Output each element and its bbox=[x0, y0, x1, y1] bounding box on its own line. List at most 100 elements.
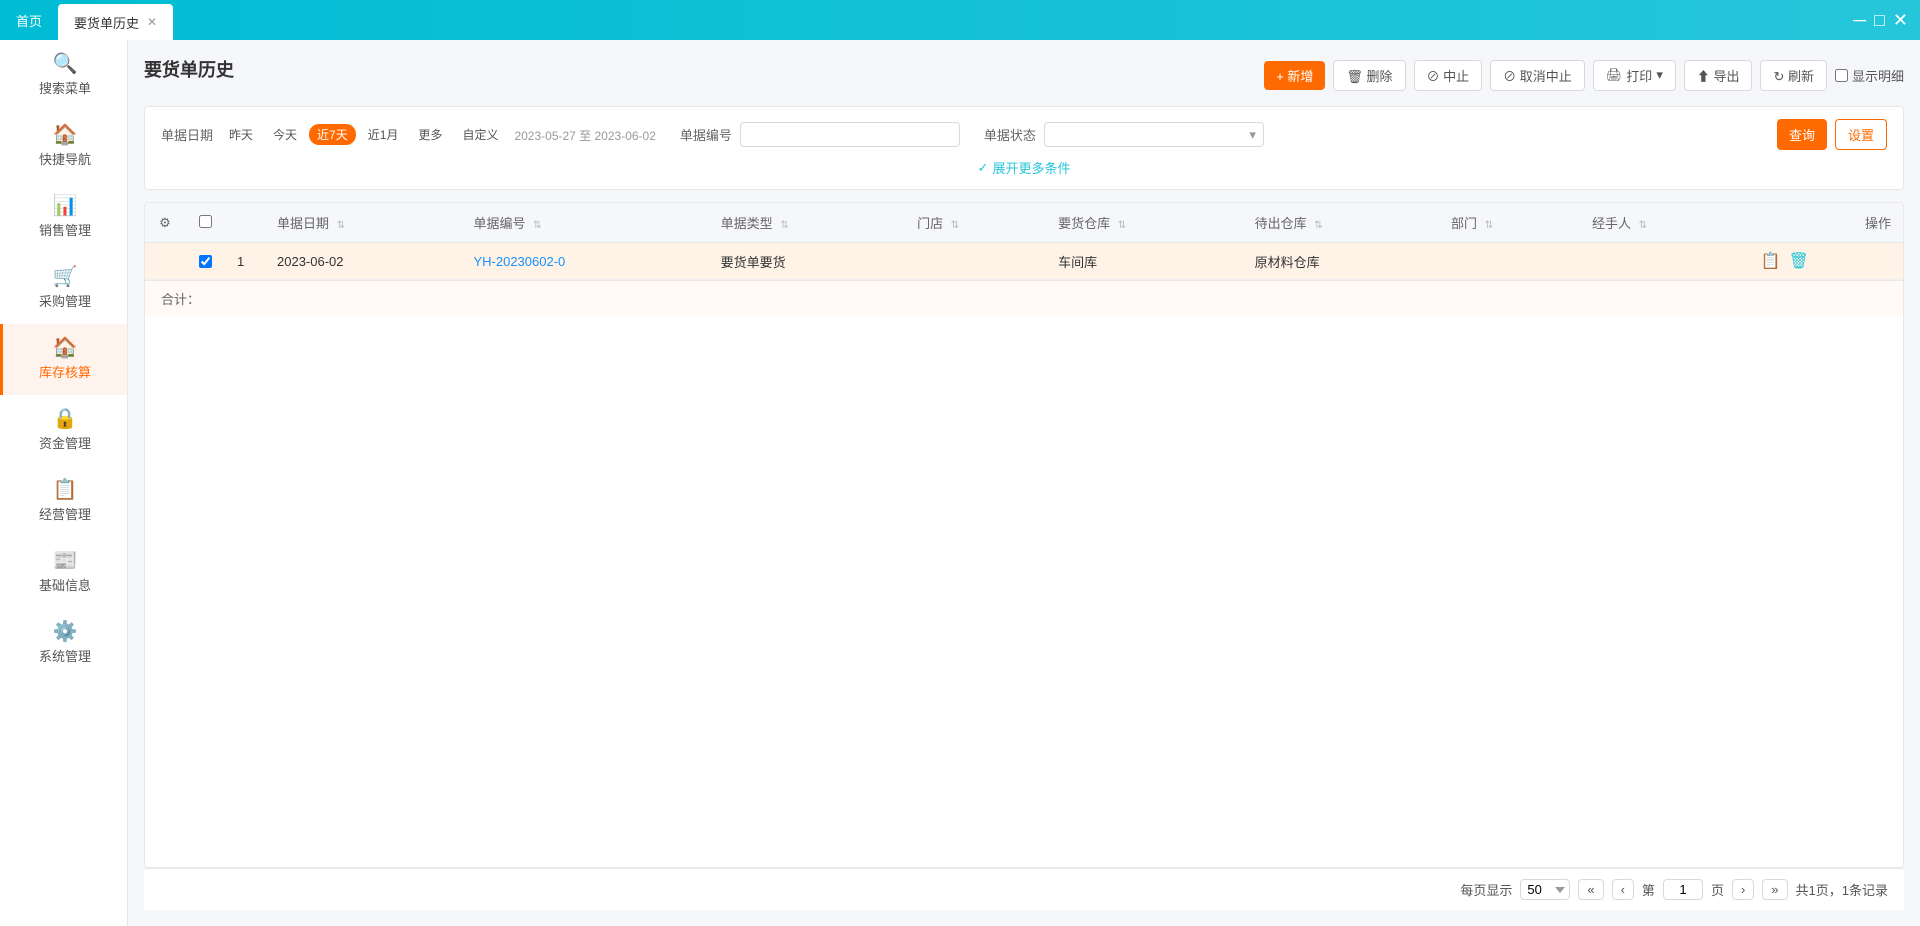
window-actions: ─ □ ✕ bbox=[1853, 11, 1920, 29]
last-page-button[interactable]: » bbox=[1762, 879, 1787, 900]
th-bill-date[interactable]: 单据日期 ⇅ bbox=[265, 203, 461, 243]
sidebar-item-label: 快捷导航 bbox=[39, 149, 91, 168]
data-table-container: ⚙ 单据日期 ⇅ 单据编号 ⇅ bbox=[144, 202, 1904, 868]
td-department bbox=[1439, 243, 1580, 280]
table-row[interactable]: 1 2023-06-02 YH-20230602-0 要货单要货 车间库 原材料… bbox=[145, 243, 1903, 280]
sort-store-icon: ⇅ bbox=[951, 220, 959, 231]
sidebar-item-label: 系统管理 bbox=[39, 646, 91, 665]
td-handler bbox=[1580, 243, 1749, 280]
sidebar-item-basic-info[interactable]: 📰 基础信息 bbox=[0, 537, 127, 608]
date-pills: 昨天 今天 近7天 近1月 更多 自定义 bbox=[221, 124, 506, 145]
sales-icon: 📊 bbox=[53, 196, 78, 216]
close-tab-icon[interactable]: ✕ bbox=[147, 15, 157, 29]
print-button[interactable]: 🖨 打印 ▾ bbox=[1593, 60, 1676, 91]
new-button[interactable]: + 新增 bbox=[1264, 61, 1325, 90]
th-bill-no[interactable]: 单据编号 ⇅ bbox=[461, 203, 708, 243]
th-req-warehouse[interactable]: 要货仓库 ⇅ bbox=[1046, 203, 1242, 243]
sort-bill-date-icon: ⇅ bbox=[337, 220, 345, 231]
td-actions: 📋 🗑 bbox=[1749, 243, 1903, 280]
th-pending-warehouse[interactable]: 待出仓库 ⇅ bbox=[1243, 203, 1439, 243]
pagination: 每页显示 10 20 50 100 « ‹ 第 页 › » 共1页，1条记录 bbox=[144, 868, 1904, 910]
export-button[interactable]: ⬆ 导出 bbox=[1684, 60, 1753, 91]
table-footer: 合计： bbox=[145, 280, 1903, 316]
sidebar-item-search-menu[interactable]: 🔍 搜索菜单 bbox=[0, 40, 127, 111]
th-actions: 操作 bbox=[1749, 203, 1903, 243]
date-pill-last1month[interactable]: 近1月 bbox=[360, 124, 407, 145]
stop-button[interactable]: ⊘ 中止 bbox=[1414, 60, 1483, 91]
tab-home[interactable]: 首页 bbox=[0, 0, 58, 40]
show-detail-toggle[interactable]: 显示明细 bbox=[1835, 66, 1904, 85]
next-page-button[interactable]: › bbox=[1732, 879, 1754, 900]
content-area: 要货单历史 + 新增 🗑 删除 ⊘ 中止 ⊘ 取消中止 🖨 打印 ▾ ⬆ 导出 … bbox=[128, 40, 1920, 926]
sidebar-item-label: 采购管理 bbox=[39, 291, 91, 310]
page-input[interactable] bbox=[1663, 879, 1703, 900]
sidebar-item-label: 经营管理 bbox=[39, 504, 91, 523]
td-settings bbox=[145, 243, 185, 280]
th-department[interactable]: 部门 ⇅ bbox=[1439, 203, 1580, 243]
th-bill-type[interactable]: 单据类型 ⇅ bbox=[709, 203, 905, 243]
date-pill-today[interactable]: 今天 bbox=[265, 124, 305, 145]
sidebar-item-purchase-mgmt[interactable]: 🛒 采购管理 bbox=[0, 253, 127, 324]
row-edit-icon[interactable]: 📋 bbox=[1761, 251, 1781, 271]
search-button[interactable]: 查询 bbox=[1777, 119, 1827, 150]
cancel-stop-button[interactable]: ⊘ 取消中止 bbox=[1490, 60, 1585, 91]
bill-no-input[interactable] bbox=[740, 122, 960, 147]
main-layout: 🔍 搜索菜单 🏠 快捷导航 📊 销售管理 🛒 采购管理 🏠 库存核算 🔒 资金管… bbox=[0, 40, 1920, 926]
per-page-label: 每页显示 bbox=[1460, 880, 1512, 899]
settings-icon: ⚙ bbox=[159, 215, 171, 230]
system-mgmt-icon: ⚙️ bbox=[53, 622, 78, 642]
prev-page-button[interactable]: ‹ bbox=[1612, 879, 1634, 900]
date-pill-custom[interactable]: 自定义 bbox=[454, 124, 506, 145]
expand-more[interactable]: ✓ 展开更多条件 bbox=[161, 158, 1887, 177]
th-handler[interactable]: 经手人 ⇅ bbox=[1580, 203, 1749, 243]
date-pill-more[interactable]: 更多 bbox=[410, 124, 450, 145]
th-checkbox[interactable] bbox=[185, 203, 225, 243]
purchase-icon: 🛒 bbox=[53, 267, 78, 287]
sidebar-item-quick-nav[interactable]: 🏠 快捷导航 bbox=[0, 111, 127, 182]
th-seq bbox=[225, 203, 265, 243]
sidebar-item-operations-mgmt[interactable]: 📋 经营管理 bbox=[0, 466, 127, 537]
tab-requisition-history[interactable]: 要货单历史 ✕ bbox=[58, 4, 173, 40]
sidebar-item-sales-mgmt[interactable]: 📊 销售管理 bbox=[0, 182, 127, 253]
sidebar-item-finance-mgmt[interactable]: 🔒 资金管理 bbox=[0, 395, 127, 466]
row-delete-icon[interactable]: 🗑 bbox=[1789, 251, 1809, 271]
page-suffix: 页 bbox=[1711, 880, 1724, 899]
th-store[interactable]: 门店 ⇅ bbox=[905, 203, 1046, 243]
date-pill-last7days[interactable]: 近7天 bbox=[309, 124, 356, 145]
minimize-button[interactable]: ─ bbox=[1853, 11, 1866, 29]
sort-pending-warehouse-icon: ⇅ bbox=[1314, 220, 1322, 231]
settings-button[interactable]: 设置 bbox=[1835, 119, 1887, 150]
date-pill-yesterday[interactable]: 昨天 bbox=[221, 124, 261, 145]
sort-department-icon: ⇅ bbox=[1485, 220, 1493, 231]
show-detail-checkbox[interactable] bbox=[1835, 69, 1848, 82]
print-icon: 🖨 bbox=[1606, 67, 1623, 83]
sidebar: 🔍 搜索菜单 🏠 快捷导航 📊 销售管理 🛒 采购管理 🏠 库存核算 🔒 资金管… bbox=[0, 40, 128, 926]
status-label: 单据状态 bbox=[984, 125, 1036, 144]
maximize-button[interactable]: □ bbox=[1874, 11, 1885, 29]
select-all-checkbox[interactable] bbox=[199, 215, 212, 228]
delete-button[interactable]: 🗑 删除 bbox=[1333, 60, 1405, 91]
date-filter-group: 单据日期 昨天 今天 近7天 近1月 更多 自定义 2023-05-27 至 2… bbox=[161, 124, 656, 145]
sidebar-item-inventory[interactable]: 🏠 库存核算 bbox=[0, 324, 127, 395]
finance-icon: 🔒 bbox=[53, 409, 78, 429]
status-input[interactable] bbox=[1044, 122, 1264, 147]
first-page-button[interactable]: « bbox=[1578, 879, 1603, 900]
print-dropdown-icon: ▾ bbox=[1656, 67, 1663, 83]
filter-action-buttons: 查询 设置 bbox=[1777, 119, 1887, 150]
sidebar-item-label: 销售管理 bbox=[39, 220, 91, 239]
bill-no-link[interactable]: YH-20230602-0 bbox=[473, 254, 565, 269]
sort-bill-no-icon: ⇅ bbox=[533, 220, 541, 231]
td-pending-warehouse: 原材料仓库 bbox=[1243, 243, 1439, 280]
basic-info-icon: 📰 bbox=[53, 551, 78, 571]
search-menu-icon: 🔍 bbox=[53, 54, 78, 74]
row-checkbox[interactable] bbox=[199, 255, 212, 268]
per-page-select[interactable]: 10 20 50 100 bbox=[1520, 879, 1570, 900]
td-checkbox[interactable] bbox=[185, 243, 225, 280]
refresh-button[interactable]: ↻ 刷新 bbox=[1760, 60, 1827, 91]
td-seq: 1 bbox=[225, 243, 265, 280]
sidebar-item-system-mgmt[interactable]: ⚙️ 系统管理 bbox=[0, 608, 127, 679]
th-settings[interactable]: ⚙ bbox=[145, 203, 185, 243]
td-req-warehouse: 车间库 bbox=[1046, 243, 1242, 280]
close-window-button[interactable]: ✕ bbox=[1893, 11, 1908, 29]
td-bill-no[interactable]: YH-20230602-0 bbox=[461, 243, 708, 280]
